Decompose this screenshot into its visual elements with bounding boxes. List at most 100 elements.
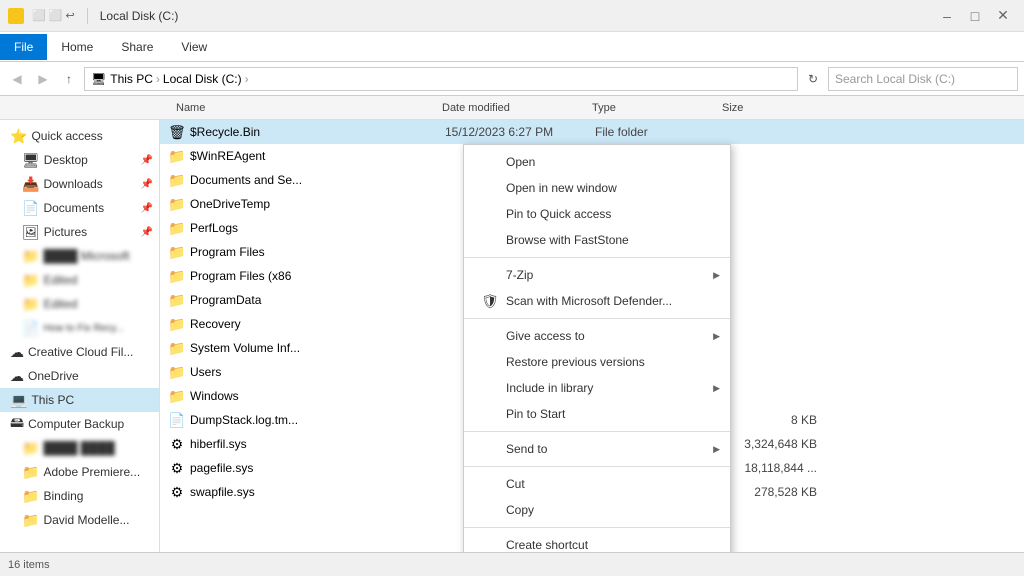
sidebar-label-blurred4: How to Fix Recy...	[43, 323, 123, 334]
sidebar-item-this-pc[interactable]: 💻 This PC	[0, 388, 159, 412]
file-size: 278,528 KB	[725, 485, 825, 499]
ctx-scan-defender[interactable]: 🛡 Scan with Microsoft Defender...	[464, 288, 730, 314]
blurred3-icon: 📁	[22, 296, 39, 313]
ctx-pin-quick-access[interactable]: Pin to Quick access	[464, 201, 730, 227]
ctx-send-to-label: Send to	[506, 442, 547, 456]
file-icon: 📁	[168, 315, 186, 333]
search-placeholder: Search Local Disk (C:)	[835, 72, 955, 86]
file-icon: 🗑	[168, 123, 186, 141]
up-button[interactable]: ↑	[58, 68, 80, 90]
file-name: $WinREAgent	[190, 149, 445, 163]
sidebar-item-creative-cloud[interactable]: ☁ Creative Cloud Fil...	[0, 340, 159, 364]
restore-icon	[480, 352, 500, 372]
file-icon: 📁	[168, 363, 186, 381]
file-name: swapfile.sys	[190, 485, 445, 499]
sidebar-label-blurred3: Edited	[43, 297, 77, 311]
sidebar-label-adobe: Adobe Premiere...	[43, 465, 140, 479]
ctx-pin-start-label: Pin to Start	[506, 407, 565, 421]
minimize-button[interactable]: –	[934, 6, 960, 26]
tab-file[interactable]: File	[0, 34, 47, 60]
forward-button[interactable]: ▶	[32, 68, 54, 90]
ctx-give-access[interactable]: Give access to	[464, 323, 730, 349]
defender-icon: 🛡	[480, 291, 500, 311]
file-name: hiberfil.sys	[190, 437, 445, 451]
file-name: Windows	[190, 389, 445, 403]
ctx-browse-faststone[interactable]: Browse with FastStone	[464, 227, 730, 253]
blurred1-icon: 📁	[22, 248, 39, 265]
ctx-copy-label: Copy	[506, 503, 534, 517]
col-type-header[interactable]: Type	[592, 102, 722, 114]
ctx-include-library[interactable]: Include in library	[464, 375, 730, 401]
ctx-sep5	[464, 527, 730, 528]
sidebar-item-david[interactable]: 📁 David Modelle...	[0, 508, 159, 532]
sidebar-label-blurred5: ████ ████	[43, 441, 114, 455]
ctx-7zip[interactable]: 7-Zip	[464, 262, 730, 288]
downloads-icon: 📥	[22, 176, 39, 193]
sidebar-item-binding[interactable]: 📁 Binding	[0, 484, 159, 508]
ctx-open-new-window[interactable]: Open in new window	[464, 175, 730, 201]
sep	[87, 8, 88, 24]
refresh-button[interactable]: ↻	[802, 68, 824, 90]
col-date-header[interactable]: Date modified	[442, 102, 592, 114]
sidebar-item-blurred3[interactable]: 📁 Edited	[0, 292, 159, 316]
sidebar-label-blurred2: Edited	[43, 273, 77, 287]
sidebar-item-blurred2[interactable]: 📁 Edited	[0, 268, 159, 292]
address-icon: 🖥	[91, 72, 106, 86]
tab-share[interactable]: Share	[107, 34, 167, 60]
table-row[interactable]: 🗑 $Recycle.Bin 15/12/2023 6:27 PM File f…	[160, 120, 1024, 144]
ctx-cut-label: Cut	[506, 477, 525, 491]
blurred2-icon: 📁	[22, 272, 39, 289]
tab-view[interactable]: View	[167, 34, 221, 60]
maximize-button[interactable]: □	[962, 6, 988, 26]
file-icon: 📁	[168, 267, 186, 285]
sidebar-item-pictures[interactable]: 🖼 Pictures 📌	[0, 220, 159, 244]
back-button[interactable]: ◀	[6, 68, 28, 90]
file-name: Recovery	[190, 317, 445, 331]
sidebar-item-documents[interactable]: 📄 Documents 📌	[0, 196, 159, 220]
sidebar-label-david: David Modelle...	[43, 513, 129, 527]
address-path[interactable]: 🖥 This PC › Local Disk (C:) ›	[84, 67, 798, 91]
file-name: Program Files	[190, 245, 445, 259]
content-area[interactable]: 🗑 $Recycle.Bin 15/12/2023 6:27 PM File f…	[160, 120, 1024, 552]
file-icon: 📁	[168, 243, 186, 261]
adobe-icon: 📁	[22, 464, 39, 481]
pin-start-icon	[480, 404, 500, 424]
sidebar-item-desktop[interactable]: 🖥 Desktop 📌	[0, 148, 159, 172]
sidebar-item-downloads[interactable]: 📥 Downloads 📌	[0, 172, 159, 196]
desktop-icon: 🖥	[22, 152, 40, 169]
sidebar-item-quick-access[interactable]: ⭐ Quick access	[0, 124, 159, 148]
ctx-restore-previous[interactable]: Restore previous versions	[464, 349, 730, 375]
sidebar-item-blurred4[interactable]: 📄 How to Fix Recy...	[0, 316, 159, 340]
column-header: Name Date modified Type Size	[0, 96, 1024, 120]
ctx-sep3	[464, 431, 730, 432]
tab-home[interactable]: Home	[47, 34, 107, 60]
faststone-icon	[480, 230, 500, 250]
sidebar-item-computer-backup[interactable]: 🖴 Computer Backup	[0, 412, 159, 436]
search-box[interactable]: Search Local Disk (C:)	[828, 67, 1018, 91]
ctx-cut[interactable]: Cut	[464, 471, 730, 497]
file-name: PerfLogs	[190, 221, 445, 235]
quick-access-toolbar: ⬜ ⬜ ↩	[32, 9, 75, 22]
shortcut-icon	[480, 535, 500, 552]
file-icon: 📁	[168, 291, 186, 309]
col-size-header[interactable]: Size	[722, 102, 822, 114]
give-access-icon	[480, 326, 500, 346]
file-date: 15/12/2023 6:27 PM	[445, 125, 595, 139]
sidebar-item-blurred1[interactable]: 📁 ████ Microsoft	[0, 244, 159, 268]
ctx-browse-faststone-label: Browse with FastStone	[506, 233, 629, 247]
ctx-pin-start[interactable]: Pin to Start	[464, 401, 730, 427]
ctx-scan-defender-label: Scan with Microsoft Defender...	[506, 294, 672, 308]
ctx-send-to[interactable]: Send to	[464, 436, 730, 462]
sidebar-label-desktop: Desktop	[44, 153, 88, 167]
file-name: Users	[190, 365, 445, 379]
close-button[interactable]: ✕	[990, 6, 1016, 26]
sidebar-label-documents: Documents	[43, 201, 104, 215]
ctx-copy[interactable]: Copy	[464, 497, 730, 523]
sidebar-item-adobe[interactable]: 📁 Adobe Premiere...	[0, 460, 159, 484]
onedrive-icon: ☁	[10, 368, 24, 385]
ctx-open[interactable]: Open	[464, 149, 730, 175]
sidebar-item-blurred5[interactable]: 📁 ████ ████	[0, 436, 159, 460]
ctx-create-shortcut[interactable]: Create shortcut	[464, 532, 730, 552]
col-name-header[interactable]: Name	[172, 102, 442, 114]
sidebar-item-onedrive[interactable]: ☁ OneDrive	[0, 364, 159, 388]
